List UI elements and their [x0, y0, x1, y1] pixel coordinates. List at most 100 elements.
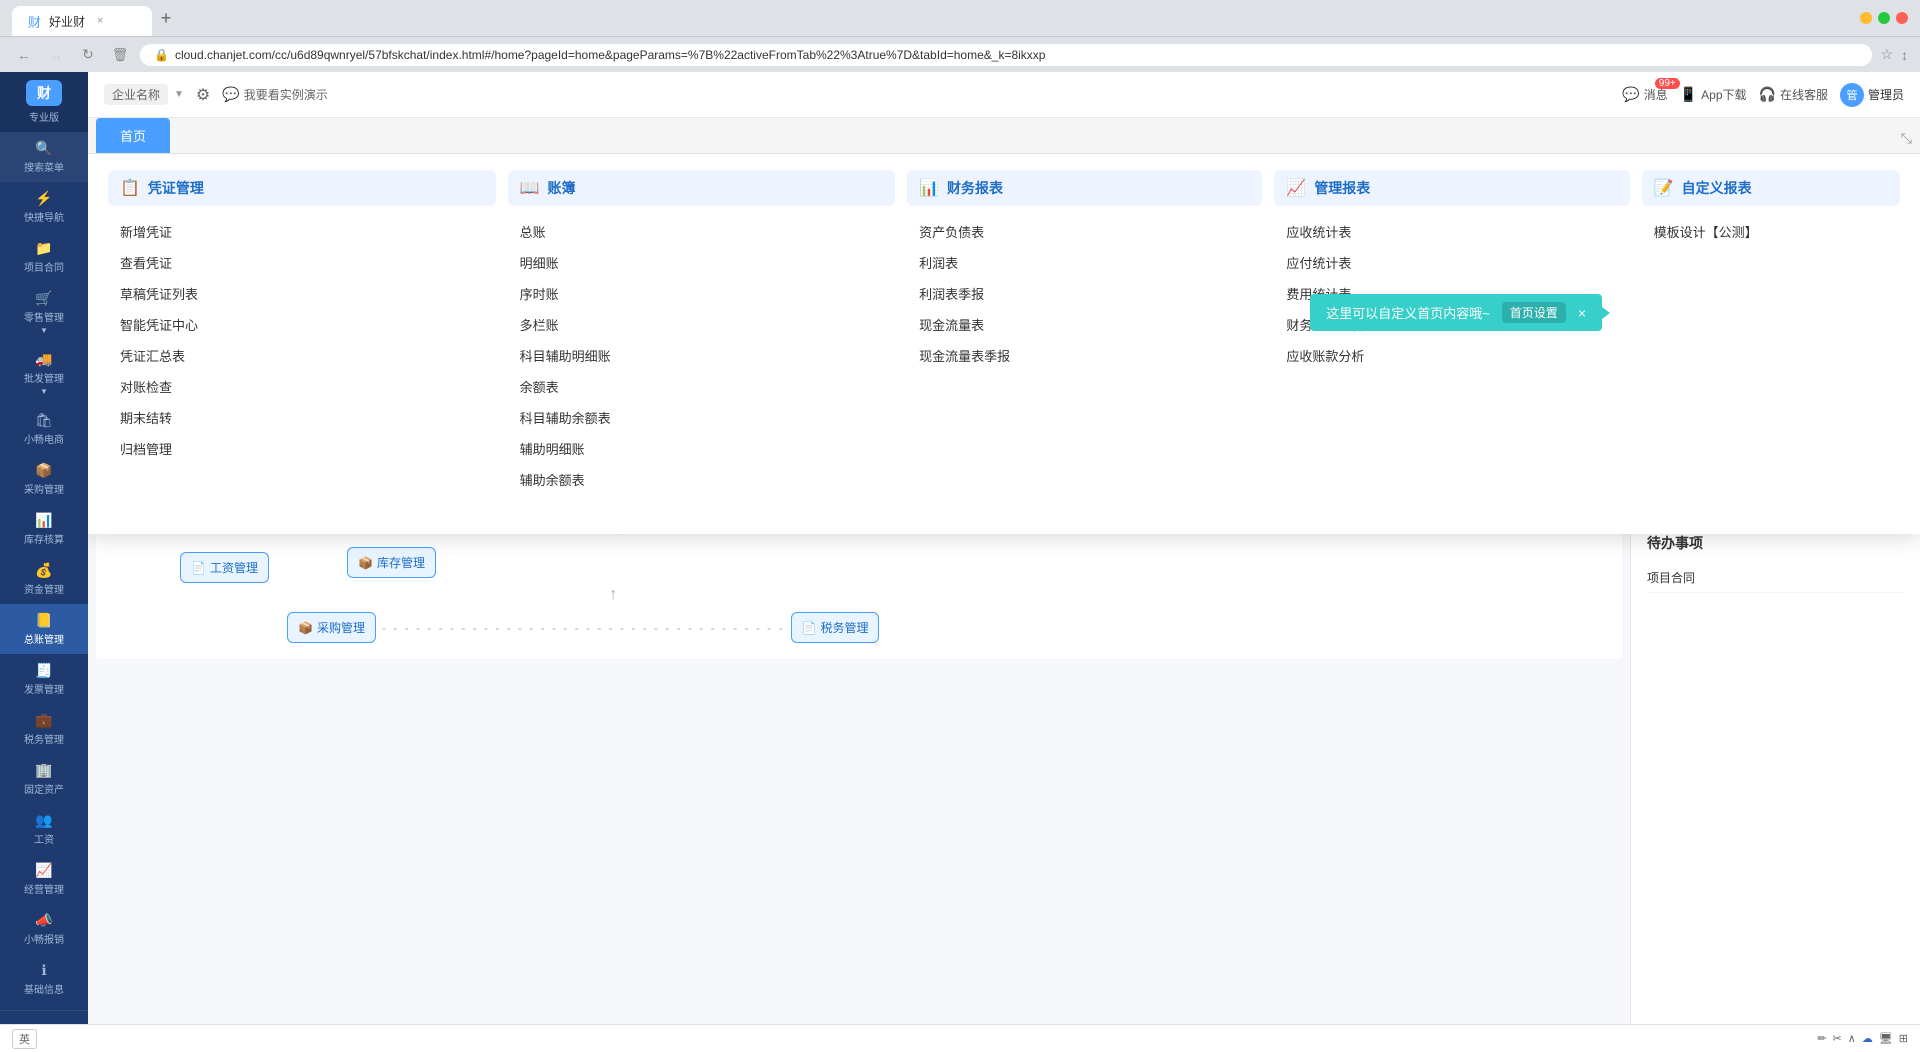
finance-report-header: 📊 财务报表 [907, 170, 1262, 206]
menu-item-template-design[interactable]: 模板设计【公测】 [1642, 216, 1900, 247]
menu-item-view-voucher[interactable]: 查看凭证 [108, 247, 496, 278]
bookmark-icon[interactable]: ☆ [1880, 46, 1893, 63]
menu-item-period-end[interactable]: 期末结转 [108, 402, 496, 433]
ledger-header-icon: 📖 [520, 178, 540, 198]
settings-gear[interactable]: ⚙ [196, 85, 210, 105]
tip-link[interactable]: 首页设置 [1502, 302, 1566, 323]
status-icon-4[interactable]: ☁ [1862, 1032, 1873, 1045]
active-tab[interactable]: 财 好业财 × [12, 6, 152, 36]
sidebar-item-capital[interactable]: 💰 资金管理 [0, 554, 88, 604]
user-menu[interactable]: 管 管理员 [1840, 83, 1904, 107]
purchase-box-label: 采购管理 [317, 619, 365, 636]
sidebar-item-invoice[interactable]: 🧾 发票管理 [0, 654, 88, 704]
sidebar-item-assets[interactable]: 🏢 固定资产 [0, 754, 88, 804]
ledger-icon: 📒 [35, 612, 52, 629]
menu-item-seq-ledger[interactable]: 序时账 [508, 278, 896, 309]
expand-icon[interactable]: ⤡ [1901, 130, 1912, 147]
salary-icon: 👥 [35, 812, 52, 829]
mgmt-report-title: 管理报表 [1314, 178, 1370, 198]
retail-icon: 🛒 [35, 290, 52, 307]
new-tab-button[interactable]: + [152, 4, 180, 32]
company-selector[interactable]: 企业名称 ▼ [104, 84, 184, 105]
menu-section-finance-report: 📊 财务报表 资产负债表 利润表 利润表季报 现金流量表 现金流量表季报 [907, 170, 1262, 518]
sidebar-item-retail[interactable]: 🛒 零售管理 ▼ [0, 282, 88, 343]
sidebar-item-ops[interactable]: 📈 经营管理 [0, 854, 88, 904]
sidebar-item-tax[interactable]: 💼 税务管理 [0, 704, 88, 754]
sidebar-item-wholesale[interactable]: 🚚 批发管理 ▼ [0, 343, 88, 404]
tip-close-icon[interactable]: × [1578, 305, 1586, 321]
lang-cn[interactable]: 英 [12, 1029, 37, 1049]
sidebar-item-inventory[interactable]: 📊 库存核算 [0, 504, 88, 554]
menu-item-receivable-stat[interactable]: 应收统计表 [1274, 216, 1629, 247]
nav-delete[interactable]: 🗑 [108, 43, 132, 67]
menu-item-payable-stat[interactable]: 应付统计表 [1274, 247, 1629, 278]
sidebar-item-quicknav[interactable]: ⚡ 快捷导航 [0, 182, 88, 232]
menu-item-add-voucher[interactable]: 新增凭证 [108, 216, 496, 247]
sync-icon[interactable]: ↕ [1901, 47, 1908, 63]
menu-item-subject-balance[interactable]: 科目辅助余额表 [508, 402, 896, 433]
company-name: 企业名称 [104, 84, 168, 105]
status-icon-6[interactable]: ⊞ [1899, 1032, 1908, 1045]
status-icon-5[interactable]: 🖥 [1879, 1032, 1893, 1045]
assets-icon: 🏢 [35, 762, 52, 779]
menu-item-general-ledger[interactable]: 总账 [508, 216, 896, 247]
menu-item-balance[interactable]: 余额表 [508, 371, 896, 402]
sidebar-item-expense[interactable]: 📣 小畅报销 [0, 904, 88, 954]
nav-reload[interactable]: ↻ [76, 43, 100, 67]
menu-item-voucher-summary[interactable]: 凭证汇总表 [108, 340, 496, 371]
menu-item-archive[interactable]: 归档管理 [108, 433, 496, 464]
ledger-items: 总账 明细账 序时账 多栏账 科目辅助明细账 余额表 科目辅助余额表 辅助明细账… [508, 216, 896, 495]
minimize-button[interactable] [1860, 12, 1872, 24]
status-icon-3[interactable]: ∧ [1848, 1032, 1856, 1045]
tab-home[interactable]: 首页 [96, 118, 170, 153]
url-bar[interactable]: 🔒 cloud.chanjet.com/cc/u6d89qwnryel/57bf… [140, 44, 1872, 66]
menu-item-aux-ledger[interactable]: 辅助明细账 [508, 433, 896, 464]
ops-icon: 📈 [35, 862, 52, 879]
wholesale-label: 批发管理 [24, 370, 64, 385]
maximize-button[interactable] [1878, 12, 1890, 24]
main-area: 企业名称 ▼ ⚙ 💬 我要看实例演示 💬 消息 99+ 📱 App下载 🎧 在线… [88, 72, 1920, 1052]
menu-item-draft-voucher[interactable]: 草稿凭证列表 [108, 278, 496, 309]
status-icon-1[interactable]: ✏ [1817, 1032, 1826, 1045]
nav-back[interactable]: ← [12, 43, 36, 67]
flow-box-purchase[interactable]: 📦 采购管理 [287, 612, 376, 643]
menu-item-cashflow-quarter[interactable]: 现金流量表季报 [907, 340, 1262, 371]
flow-box-inventory[interactable]: 📦 库存管理 [347, 547, 436, 578]
menu-item-reconcile[interactable]: 对账检查 [108, 371, 496, 402]
username-label: 管理员 [1868, 86, 1904, 103]
voucher-header: 📋 凭证管理 [108, 170, 496, 206]
flow-box-tax-mgmt[interactable]: 📄 税务管理 [791, 612, 880, 643]
sidebar-item-basic[interactable]: ℹ 基础信息 [0, 954, 88, 1004]
menu-item-profit-quarter[interactable]: 利润表季报 [907, 278, 1262, 309]
app-download-button[interactable]: 📱 App下载 [1680, 86, 1747, 103]
msg-button[interactable]: 💬 消息 99+ [1622, 86, 1667, 103]
menu-item-receivable-analysis[interactable]: 应收账款分析 [1274, 340, 1629, 371]
menu-item-smart-voucher[interactable]: 智能凭证中心 [108, 309, 496, 340]
status-icon-2[interactable]: ✂ [1833, 1032, 1842, 1045]
menu-item-multi-ledger[interactable]: 多栏账 [508, 309, 896, 340]
sidebar-item-ledger[interactable]: 📒 总账管理 [0, 604, 88, 654]
tab-close-icon[interactable]: × [97, 15, 103, 27]
salary-mgmt-box[interactable]: 📄 工资管理 [180, 552, 269, 583]
nav-forward[interactable]: → [44, 43, 68, 67]
menu-item-aux-balance[interactable]: 辅助余额表 [508, 464, 896, 495]
menu-item-cashflow[interactable]: 现金流量表 [907, 309, 1262, 340]
menu-item-detailed-ledger[interactable]: 明细账 [508, 247, 896, 278]
demo-link[interactable]: 💬 我要看实例演示 [222, 86, 327, 103]
online-service-button[interactable]: 🎧 在线客服 [1759, 86, 1828, 103]
sidebar-item-project[interactable]: 📁 项目合同 [0, 232, 88, 282]
sidebar-item-salary[interactable]: 👥 工资 [0, 804, 88, 854]
todo-label-1: 项目合同 [1647, 569, 1695, 586]
download-icon: 📱 [1680, 86, 1697, 103]
flow-row-purchase: 📦 采购管理 - - - - - - - - - - - - - - - - -… [287, 612, 880, 643]
demo-text: 我要看实例演示 [244, 86, 328, 103]
menu-item-balance-sheet[interactable]: 资产负债表 [907, 216, 1262, 247]
menu-item-subject-ledger[interactable]: 科目辅助明细账 [508, 340, 896, 371]
sidebar-item-purchase[interactable]: 📦 采购管理 [0, 454, 88, 504]
menu-item-profit[interactable]: 利润表 [907, 247, 1262, 278]
close-button[interactable] [1896, 12, 1908, 24]
sidebar-item-search[interactable]: 🔍 搜索菜单 [0, 132, 88, 182]
todo-item-1[interactable]: 项目合同 [1647, 563, 1904, 593]
expense-icon: 📣 [35, 912, 52, 929]
sidebar-item-ecommerce[interactable]: 🛍 小畅电商 [0, 404, 88, 454]
